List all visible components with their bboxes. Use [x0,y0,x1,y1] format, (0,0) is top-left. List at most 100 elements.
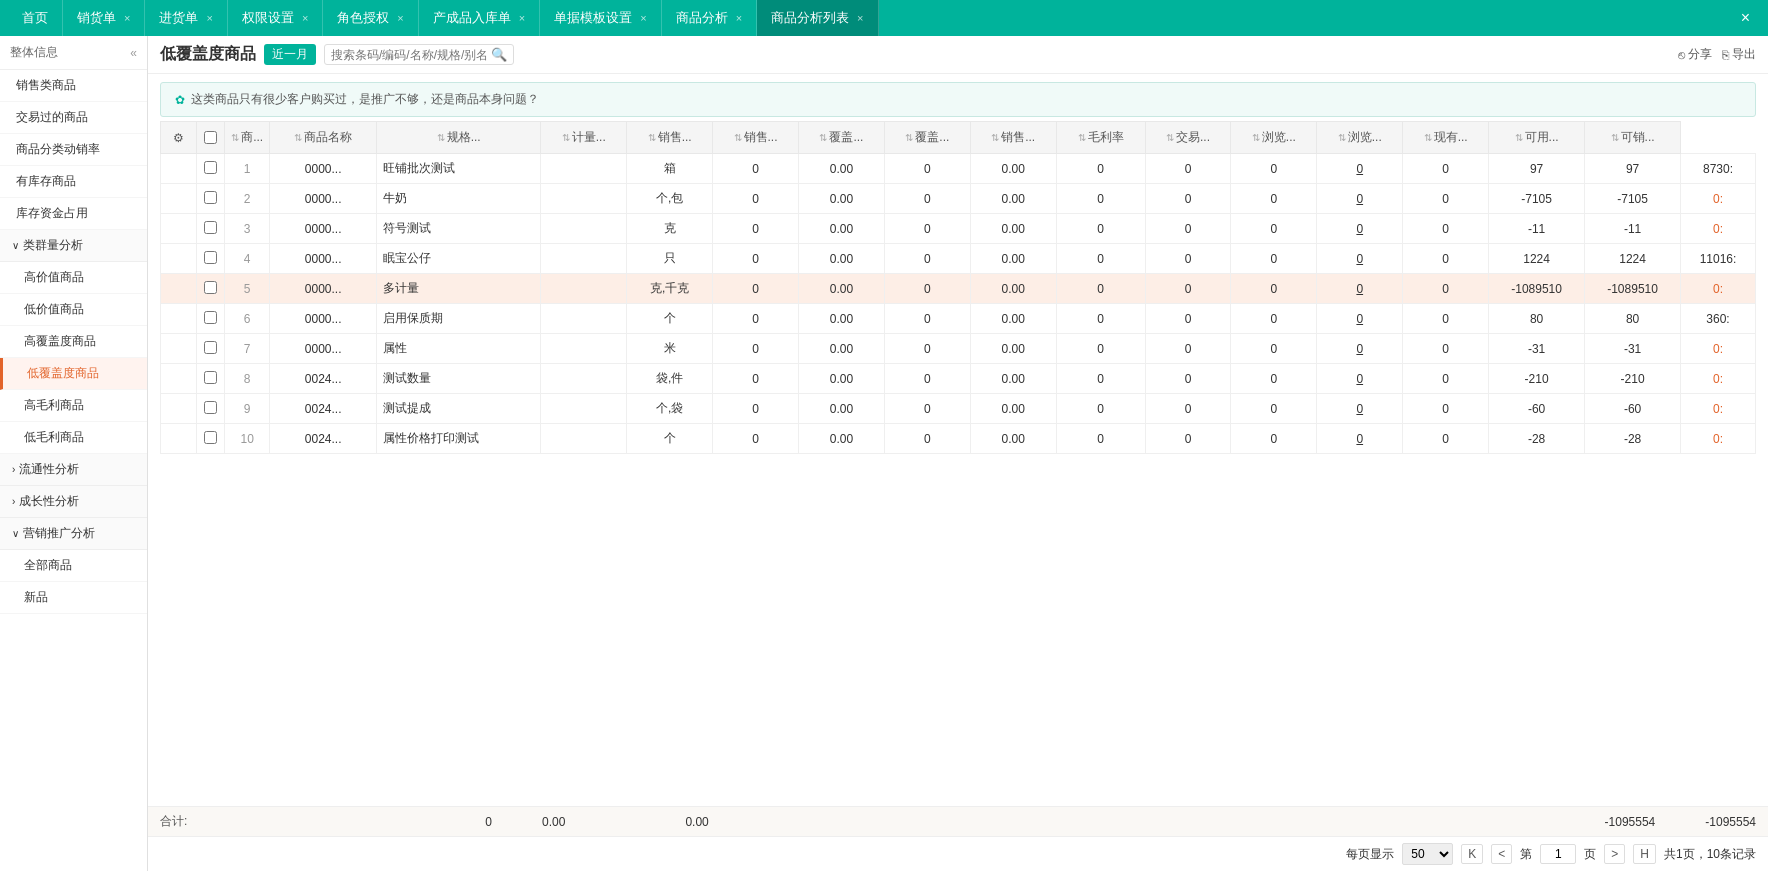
col-name[interactable]: ⇅商品名称 [270,122,377,154]
sidebar-item-high-coverage[interactable]: 高覆盖度商品 [0,326,147,358]
nav-tab-roles[interactable]: 角色授权 × [323,0,418,36]
cell-settings[interactable] [161,364,197,394]
cell-settings[interactable] [161,184,197,214]
nav-tab-sales-close[interactable]: × [124,12,130,24]
nav-tab-roles-close[interactable]: × [397,12,403,24]
cell-checkbox[interactable] [197,274,225,304]
views1-link[interactable]: 0 [1356,372,1363,386]
views1-link[interactable]: 0 [1356,252,1363,266]
cell-settings[interactable] [161,244,197,274]
cell-views1[interactable]: 0 [1317,244,1403,274]
sidebar-section-circulation[interactable]: › 流通性分析 [0,454,147,486]
row-checkbox[interactable] [204,221,217,234]
col-spec[interactable]: ⇅规格... [377,122,541,154]
col-trade[interactable]: ⇅交易... [1145,122,1231,154]
cell-checkbox[interactable] [197,154,225,184]
export-button[interactable]: ⎘ 导出 [1722,46,1756,63]
views1-link[interactable]: 0 [1356,342,1363,356]
col-settings[interactable]: ⚙ [161,122,197,154]
cell-settings[interactable] [161,274,197,304]
nav-tab-template-close[interactable]: × [640,12,646,24]
cell-settings[interactable] [161,214,197,244]
row-checkbox[interactable] [204,371,217,384]
sidebar-item-all-goods[interactable]: 全部商品 [0,550,147,582]
select-all-checkbox[interactable] [204,131,217,144]
sidebar-item-low-value[interactable]: 低价值商品 [0,294,147,326]
cell-settings[interactable] [161,334,197,364]
row-checkbox[interactable] [204,401,217,414]
sidebar-item-high-margin[interactable]: 高毛利商品 [0,390,147,422]
row-checkbox[interactable] [204,431,217,444]
cell-checkbox[interactable] [197,184,225,214]
cell-views1[interactable]: 0 [1317,304,1403,334]
nav-tab-purchase[interactable]: 进货单 × [145,0,227,36]
nav-tab-purchase-close[interactable]: × [206,12,212,24]
sidebar-item-category-rate[interactable]: 商品分类动销率 [0,134,147,166]
share-button[interactable]: ⎋ 分享 [1678,46,1712,63]
cell-settings[interactable] [161,394,197,424]
sidebar-item-low-coverage[interactable]: 低覆盖度商品 [0,358,147,390]
col-sales-qty[interactable]: ⇅销售... [627,122,713,154]
col-coverage2[interactable]: ⇅覆盖... [884,122,970,154]
col-views2[interactable]: ⇅浏览... [1317,122,1403,154]
window-close-button[interactable]: × [1731,9,1760,27]
nav-tab-analysis-close[interactable]: × [736,12,742,24]
nav-tab-analysis[interactable]: 商品分析 × [662,0,757,36]
time-filter-button[interactable]: 近一月 [264,44,316,65]
cell-checkbox[interactable] [197,394,225,424]
search-icon[interactable]: 🔍 [491,47,507,62]
page-size-select[interactable]: 50 100 200 [1402,843,1453,865]
cell-settings[interactable] [161,154,197,184]
nav-tab-inventory-close[interactable]: × [519,12,525,24]
cell-views1[interactable]: 0 [1317,214,1403,244]
nav-tab-analysis-list[interactable]: 商品分析列表 × [757,0,878,36]
views1-link[interactable]: 0 [1356,312,1363,326]
views1-link[interactable]: 0 [1356,192,1363,206]
search-input[interactable] [331,48,491,62]
row-checkbox[interactable] [204,191,217,204]
col-saleable[interactable]: ⇅可销... [1585,122,1681,154]
col-current-stock[interactable]: ⇅现有... [1403,122,1489,154]
cell-checkbox[interactable] [197,304,225,334]
cell-views1[interactable]: 0 [1317,184,1403,214]
cell-settings[interactable] [161,424,197,454]
cell-checkbox[interactable] [197,424,225,454]
cell-views1[interactable]: 0 [1317,364,1403,394]
col-available-stock[interactable]: ⇅可用... [1489,122,1585,154]
sidebar-item-stocked-goods[interactable]: 有库存商品 [0,166,147,198]
views1-link[interactable]: 0 [1356,432,1363,446]
col-checkbox[interactable] [197,122,225,154]
col-code[interactable]: ⇅商... [225,122,270,154]
views1-link[interactable]: 0 [1356,402,1363,416]
col-gross-margin[interactable]: ⇅毛利率 [1056,122,1145,154]
col-sales-amt[interactable]: ⇅销售... [713,122,799,154]
sidebar-item-traded-goods[interactable]: 交易过的商品 [0,102,147,134]
nav-tab-sales[interactable]: 销货单 × [63,0,145,36]
first-page-button[interactable]: K [1461,844,1483,864]
nav-tab-analysis-list-close[interactable]: × [857,12,863,24]
nav-tab-permissions[interactable]: 权限设置 × [228,0,323,36]
current-page-input[interactable] [1540,844,1576,864]
sidebar-item-high-value[interactable]: 高价值商品 [0,262,147,294]
cell-checkbox[interactable] [197,244,225,274]
cell-checkbox[interactable] [197,334,225,364]
row-checkbox[interactable] [204,311,217,324]
cell-views1[interactable]: 0 [1317,394,1403,424]
sidebar-item-new-goods[interactable]: 新品 [0,582,147,614]
sidebar-item-stock-capital[interactable]: 库存资金占用 [0,198,147,230]
col-coverage1[interactable]: ⇅覆盖... [798,122,884,154]
views1-link[interactable]: 0 [1356,162,1363,176]
sidebar-section-quantity[interactable]: ∨ 类群量分析 [0,230,147,262]
prev-page-button[interactable]: < [1491,844,1512,864]
cell-views1[interactable]: 0 [1317,424,1403,454]
nav-tab-template[interactable]: 单据模板设置 × [540,0,661,36]
cell-views1[interactable]: 0 [1317,334,1403,364]
col-sales-val[interactable]: ⇅销售... [970,122,1056,154]
cell-checkbox[interactable] [197,214,225,244]
sidebar-item-low-margin[interactable]: 低毛利商品 [0,422,147,454]
sidebar-collapse-button[interactable]: « [130,46,137,60]
row-checkbox[interactable] [204,341,217,354]
cell-settings[interactable] [161,304,197,334]
col-views1[interactable]: ⇅浏览... [1231,122,1317,154]
cell-views1[interactable]: 0 [1317,274,1403,304]
